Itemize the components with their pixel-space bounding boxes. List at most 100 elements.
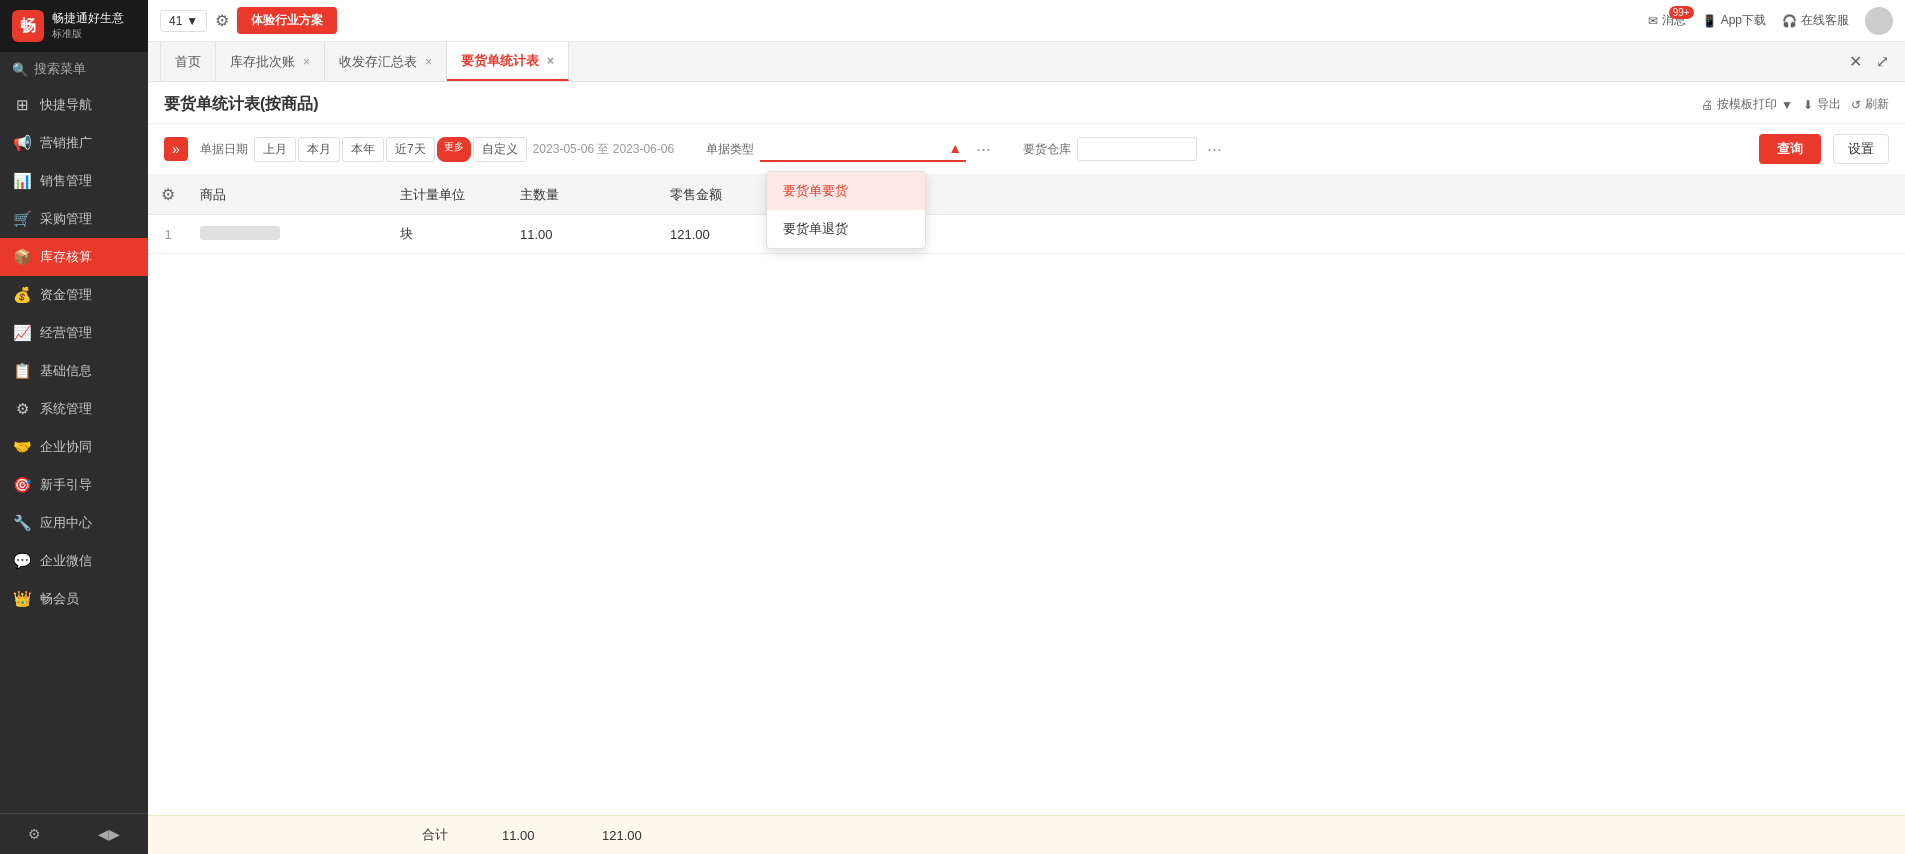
header-settings-icon[interactable]: ⚙ xyxy=(215,11,229,30)
tab-inventory-batch-close[interactable]: × xyxy=(303,55,310,69)
sidebar-item-sales[interactable]: 📊 销售管理 xyxy=(0,162,148,200)
col-header-extra xyxy=(808,175,1905,215)
page-content: 要货单统计表(按商品) 🖨 按模板打印 ▼ ⬇ 导出 ↺ 刷新 » xyxy=(148,82,1905,854)
sidebar-item-app-center[interactable]: 🔧 应用中心 xyxy=(0,504,148,542)
filter-this-year-btn[interactable]: 本年 xyxy=(342,137,384,162)
sidebar-collapse-btn[interactable]: ◀▶ xyxy=(90,822,128,846)
warehouse-input[interactable] xyxy=(1077,137,1197,161)
tab-order-summary[interactable]: 要货单统计表 × xyxy=(447,42,569,81)
col-header-settings[interactable]: ⚙ xyxy=(148,175,188,215)
sidebar-item-purchase[interactable]: 🛒 采购管理 xyxy=(0,200,148,238)
sidebar-item-wechat[interactable]: 💬 企业微信 xyxy=(0,542,148,580)
dropdown-item-order-return[interactable]: 要货单退货 xyxy=(767,210,925,248)
product-blurred xyxy=(200,226,280,240)
sidebar-item-label: 企业微信 xyxy=(40,552,92,570)
logo-sub: 标准版 xyxy=(52,27,124,41)
quick-nav-icon: ⊞ xyxy=(12,96,32,114)
filter-custom-btn[interactable]: 自定义 xyxy=(473,137,527,162)
main-area: 41 ▼ ⚙ 体验行业方案 ✉ 消息 99+ 📱 App下载 🎧 在线客服 xyxy=(148,0,1905,854)
tab-inventory-batch[interactable]: 库存批次账 × xyxy=(216,42,325,81)
search-label: 搜索菜单 xyxy=(34,60,86,78)
sidebar-item-system[interactable]: ⚙ 系统管理 xyxy=(0,390,148,428)
date-filter-label: 单据日期 xyxy=(200,141,248,158)
sidebar-item-label: 快捷导航 xyxy=(40,96,92,114)
tab-home[interactable]: 首页 xyxy=(160,42,216,81)
guide-icon: 🎯 xyxy=(12,476,32,494)
sidebar-item-quick-nav[interactable]: ⊞ 快捷导航 xyxy=(0,86,148,124)
tab-receive-summary-close[interactable]: × xyxy=(425,55,432,69)
app-download-item[interactable]: 📱 App下载 xyxy=(1702,12,1766,29)
table-wrapper: ⚙ 商品 主计量单位 主数量 零售金额 1 xyxy=(148,175,1905,815)
filter-up-month-btn[interactable]: 上月 xyxy=(254,137,296,162)
doc-type-input[interactable] xyxy=(760,137,944,160)
sidebar-item-label: 销售管理 xyxy=(40,172,92,190)
tab-close-all-btn[interactable]: ✕ xyxy=(1845,50,1866,73)
sidebar-item-label: 企业协同 xyxy=(40,438,92,456)
app-download-label: App下载 xyxy=(1721,12,1766,29)
print-btn[interactable]: 🖨 按模板打印 ▼ xyxy=(1701,96,1793,113)
filter-more-badge[interactable]: 更多 xyxy=(437,137,471,162)
service-icon: 🎧 xyxy=(1782,14,1797,28)
finance-icon: 💰 xyxy=(12,286,32,304)
company-selector[interactable]: 41 ▼ xyxy=(160,10,207,32)
operation-icon: 📈 xyxy=(12,324,32,342)
marketing-icon: 📢 xyxy=(12,134,32,152)
doc-type-dropdown: 要货单要货 要货单退货 xyxy=(766,171,926,249)
footer-label: 合计 xyxy=(410,826,490,844)
filter-toggle-btn[interactable]: » xyxy=(164,137,188,161)
export-icon: ⬇ xyxy=(1803,98,1813,112)
purchase-icon: 🛒 xyxy=(12,210,32,228)
tab-order-summary-close[interactable]: × xyxy=(547,54,554,68)
cell-index: 1 xyxy=(148,215,188,254)
filter-this-month-btn[interactable]: 本月 xyxy=(298,137,340,162)
member-icon: 👑 xyxy=(12,590,32,608)
page-title: 要货单统计表(按商品) xyxy=(164,94,319,115)
dropdown-item-order-goods[interactable]: 要货单要货 xyxy=(767,172,925,210)
sidebar-item-member[interactable]: 👑 畅会员 xyxy=(0,580,148,618)
sidebar-settings-btn[interactable]: ⚙ xyxy=(20,822,49,846)
sidebar-item-finance[interactable]: 💰 资金管理 xyxy=(0,276,148,314)
sidebar-item-label: 基础信息 xyxy=(40,362,92,380)
cell-product xyxy=(188,215,388,254)
messages-item[interactable]: ✉ 消息 99+ xyxy=(1648,12,1686,29)
sidebar-item-basic[interactable]: 📋 基础信息 xyxy=(0,352,148,390)
tab-receive-summary[interactable]: 收发存汇总表 × xyxy=(325,42,447,81)
col-header-unit: 主计量单位 xyxy=(388,175,508,215)
doc-type-arrow-icon[interactable]: ▲ xyxy=(944,140,966,156)
print-icon: 🖨 xyxy=(1701,98,1713,112)
footer-amount: 121.00 xyxy=(590,828,690,843)
sidebar-nav: ⊞ 快捷导航 📢 营销推广 📊 销售管理 🛒 采购管理 📦 库存核算 💰 资金管… xyxy=(0,86,148,813)
refresh-btn[interactable]: ↺ 刷新 xyxy=(1851,96,1889,113)
table-settings-btn[interactable]: 设置 xyxy=(1833,134,1889,164)
sidebar-item-operation[interactable]: 📈 经营管理 xyxy=(0,314,148,352)
export-btn[interactable]: ⬇ 导出 xyxy=(1803,96,1841,113)
sidebar: 畅 畅捷通好生意 标准版 🔍 搜索菜单 ⊞ 快捷导航 📢 营销推广 📊 销售管理… xyxy=(0,0,148,854)
query-btn[interactable]: 查询 xyxy=(1759,134,1821,164)
industry-btn[interactable]: 体验行业方案 xyxy=(237,7,337,34)
system-icon: ⚙ xyxy=(12,400,32,418)
col-header-product: 商品 xyxy=(188,175,388,215)
user-avatar[interactable] xyxy=(1865,7,1893,35)
sidebar-search[interactable]: 🔍 搜索菜单 xyxy=(0,52,148,86)
doc-type-more-icon[interactable]: ··· xyxy=(976,139,991,160)
sidebar-item-inventory[interactable]: 📦 库存核算 xyxy=(0,238,148,276)
message-icon: ✉ xyxy=(1648,14,1658,28)
sidebar-item-label: 系统管理 xyxy=(40,400,92,418)
column-settings-icon[interactable]: ⚙ xyxy=(161,186,175,203)
cell-extra xyxy=(808,215,1905,254)
sidebar-item-marketing[interactable]: 📢 营销推广 xyxy=(0,124,148,162)
sidebar-item-enterprise[interactable]: 🤝 企业协同 xyxy=(0,428,148,466)
messages-badge: 99+ xyxy=(1669,6,1694,19)
sidebar-item-guide[interactable]: 🎯 新手引导 xyxy=(0,466,148,504)
cell-qty: 11.00 xyxy=(508,215,658,254)
table-row: 1 块 11.00 121.00 xyxy=(148,215,1905,254)
export-label: 导出 xyxy=(1817,96,1841,113)
filter-recent7-btn[interactable]: 近7天 xyxy=(386,137,435,162)
tab-expand-btn[interactable]: ⤢ xyxy=(1872,50,1893,73)
warehouse-more-icon[interactable]: ··· xyxy=(1207,139,1222,160)
top-header: 41 ▼ ⚙ 体验行业方案 ✉ 消息 99+ 📱 App下载 🎧 在线客服 xyxy=(148,0,1905,42)
online-service-item[interactable]: 🎧 在线客服 xyxy=(1782,12,1849,29)
sidebar-item-label: 经营管理 xyxy=(40,324,92,342)
sidebar-item-label: 应用中心 xyxy=(40,514,92,532)
refresh-label: 刷新 xyxy=(1865,96,1889,113)
